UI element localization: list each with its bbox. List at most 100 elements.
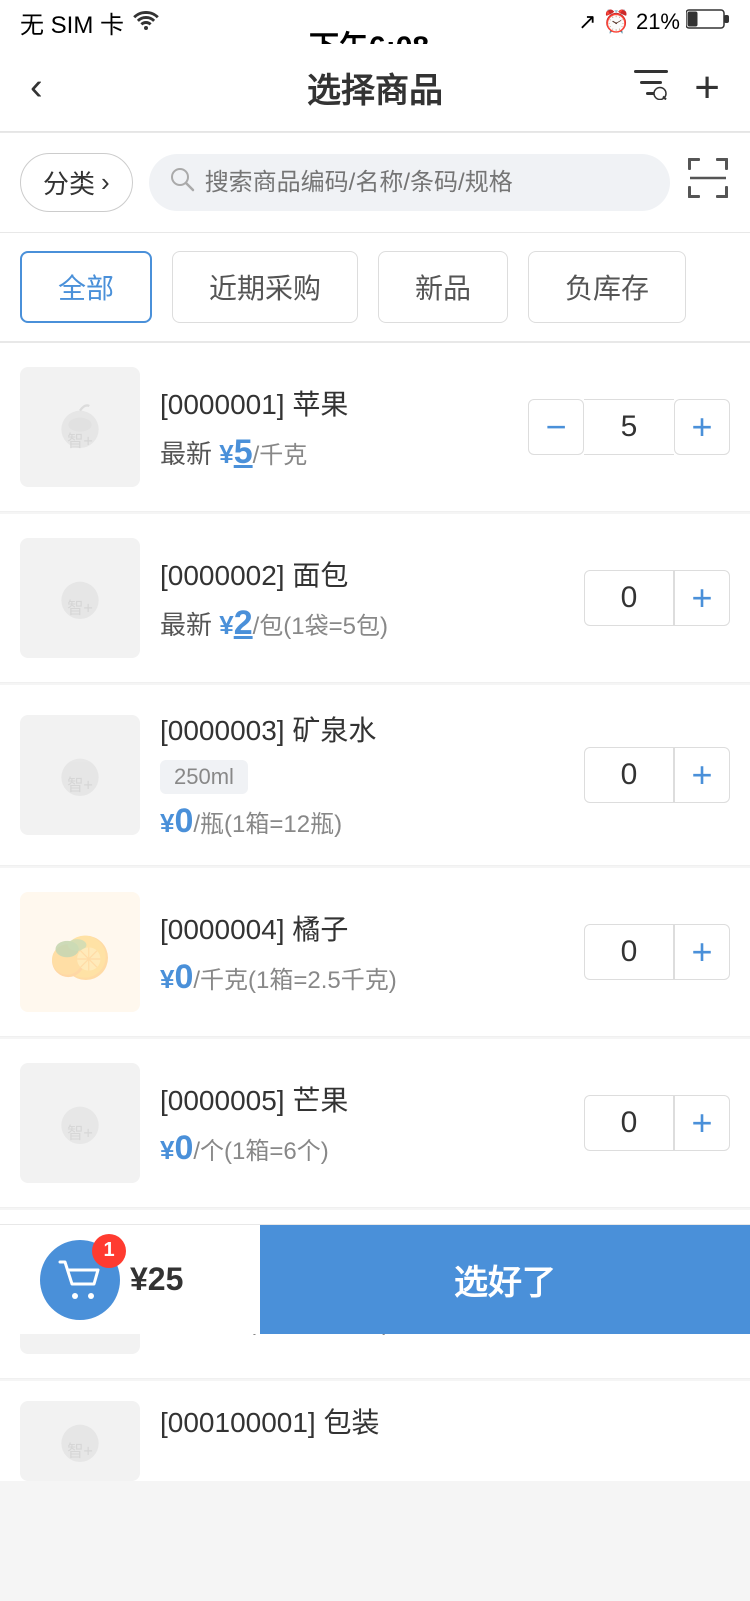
product-name: [000100001] 包装 (160, 1401, 730, 1441)
status-right: ↗ ⏰ 21% (578, 8, 730, 36)
cart-icon[interactable]: 1 (40, 1240, 120, 1320)
search-box (149, 154, 670, 211)
orange-image (45, 917, 115, 987)
status-left: 无 SIM 卡 (20, 5, 160, 40)
increase-button[interactable]: + (674, 747, 730, 803)
search-input[interactable] (205, 169, 650, 197)
tab-all[interactable]: 全部 (20, 251, 152, 323)
price-value: 5 (234, 433, 253, 471)
nav-bar: ‹ 选择商品 + (0, 44, 750, 132)
product-price: 最新 ¥2/包(1袋=5包) (160, 604, 564, 643)
price-value: 2 (234, 604, 253, 642)
product-thumbnail: 智+ (20, 538, 140, 658)
increase-button[interactable]: + (674, 570, 730, 626)
location-icon: ↗ (578, 9, 596, 35)
add-icon[interactable]: + (694, 63, 720, 113)
product-info: [0000002] 面包 最新 ¥2/包(1袋=5包) (160, 554, 564, 643)
increase-button[interactable]: + (674, 399, 730, 455)
page-title: 选择商品 (307, 63, 443, 112)
product-price: 最新 ¥5/千克 (160, 433, 508, 472)
product-price: ¥0/千克(1箱=2.5千克) (160, 958, 564, 997)
price-unit-text: /千克 (253, 442, 308, 469)
price-value: 0 (174, 1129, 193, 1167)
increase-button[interactable]: + (674, 1095, 730, 1151)
cart-section: 1 ¥25 (0, 1240, 260, 1320)
battery-percent: 21% (636, 9, 680, 35)
list-item: [0000004] 橘子 ¥0/千克(1箱=2.5千克) + (0, 868, 750, 1037)
product-list: 智+ [0000001] 苹果 最新 ¥5/千克 − + 智+ [0000002… (0, 343, 750, 1601)
product-thumbnail (20, 892, 140, 1012)
placeholder-icon: 智+ (45, 392, 115, 462)
price-value: 0 (174, 958, 193, 996)
price-value: 0 (174, 802, 193, 840)
product-thumbnail: 智+ (20, 715, 140, 835)
product-info: [0000001] 苹果 最新 ¥5/千克 (160, 383, 508, 472)
list-item: 智+ [0000005] 芒果 ¥0/个(1箱=6个) + (0, 1039, 750, 1208)
price-symbol: ¥ (219, 439, 233, 469)
category-arrow: › (101, 167, 110, 198)
quantity-control: + (584, 924, 730, 980)
scan-icon[interactable] (686, 156, 730, 209)
quantity-input[interactable] (584, 1095, 674, 1151)
price-symbol: ¥ (160, 808, 174, 838)
quantity-control: − + (528, 399, 730, 455)
price-unit-text: /包(1袋=5包) (253, 613, 388, 640)
product-name: [0000002] 面包 (160, 554, 564, 594)
price-label: 最新 (160, 610, 219, 640)
increase-button[interactable]: + (674, 924, 730, 980)
quantity-input[interactable] (584, 747, 674, 803)
filter-bar: 分类 › (0, 133, 750, 233)
tab-new[interactable]: 新品 (378, 251, 508, 323)
status-bar: 无 SIM 卡 下午6:08 ↗ ⏰ 21% (0, 0, 750, 44)
product-info: [0000003] 矿泉水 250ml ¥0/瓶(1箱=12瓶) (160, 709, 564, 841)
confirm-button[interactable]: 选好了 (260, 1225, 750, 1334)
price-symbol: ¥ (160, 964, 174, 994)
quantity-control: + (584, 570, 730, 626)
product-thumbnail: 智+ (20, 1401, 140, 1481)
wifi-icon (132, 8, 160, 37)
product-price: ¥0/瓶(1箱=12瓶) (160, 802, 564, 841)
tab-negative[interactable]: 负库存 (528, 251, 686, 323)
nav-right-actions: + (632, 63, 720, 113)
placeholder-icon: 智+ (45, 563, 115, 633)
cart-svg (58, 1260, 102, 1300)
price-unit-text: /瓶(1箱=12瓶) (193, 811, 342, 838)
price-label: 最新 (160, 439, 219, 469)
list-item: 智+ [0000002] 面包 最新 ¥2/包(1袋=5包) + (0, 514, 750, 683)
list-item: 智+ [0000001] 苹果 最新 ¥5/千克 − + (0, 343, 750, 512)
price-symbol: ¥ (219, 610, 233, 640)
list-item: 智+ [000100001] 包装 (0, 1381, 750, 1481)
cart-badge: 1 (92, 1234, 126, 1268)
back-button[interactable]: ‹ (30, 66, 43, 109)
quantity-input[interactable] (584, 570, 674, 626)
svg-text:智+: 智+ (67, 776, 93, 794)
quantity-input[interactable] (584, 399, 674, 455)
bottom-bar: 1 ¥25 选好了 (0, 1224, 750, 1334)
filter-icon[interactable] (632, 66, 670, 109)
product-tag: 250ml (160, 760, 248, 794)
battery-icon (686, 8, 730, 36)
tab-bar: 全部 近期采购 新品 负库存 (0, 233, 750, 343)
product-info: [0000005] 芒果 ¥0/个(1箱=6个) (160, 1079, 564, 1168)
product-info: [000100001] 包装 (160, 1401, 730, 1451)
tab-recent[interactable]: 近期采购 (172, 251, 358, 323)
list-item: 智+ [0000003] 矿泉水 250ml ¥0/瓶(1箱=12瓶) + (0, 685, 750, 866)
product-thumbnail: 智+ (20, 1063, 140, 1183)
category-button[interactable]: 分类 › (20, 153, 133, 212)
decrease-button[interactable]: − (528, 399, 584, 455)
svg-text:智+: 智+ (67, 433, 93, 451)
quantity-input[interactable] (584, 924, 674, 980)
svg-text:智+: 智+ (67, 1442, 93, 1460)
product-name: [0000004] 橘子 (160, 908, 564, 948)
product-info: [0000004] 橘子 ¥0/千克(1箱=2.5千克) (160, 908, 564, 997)
placeholder-icon: 智+ (45, 1088, 115, 1158)
svg-text:智+: 智+ (67, 599, 93, 617)
svg-text:智+: 智+ (67, 1124, 93, 1142)
search-icon (169, 166, 195, 199)
placeholder-icon: 智+ (45, 1406, 115, 1476)
product-name: [0000003] 矿泉水 (160, 709, 564, 749)
price-unit-text: /千克(1箱=2.5千克) (193, 967, 396, 994)
price-symbol: ¥ (160, 1135, 174, 1165)
price-unit-text: /个(1箱=6个) (193, 1138, 328, 1165)
placeholder-icon: 智+ (45, 740, 115, 810)
